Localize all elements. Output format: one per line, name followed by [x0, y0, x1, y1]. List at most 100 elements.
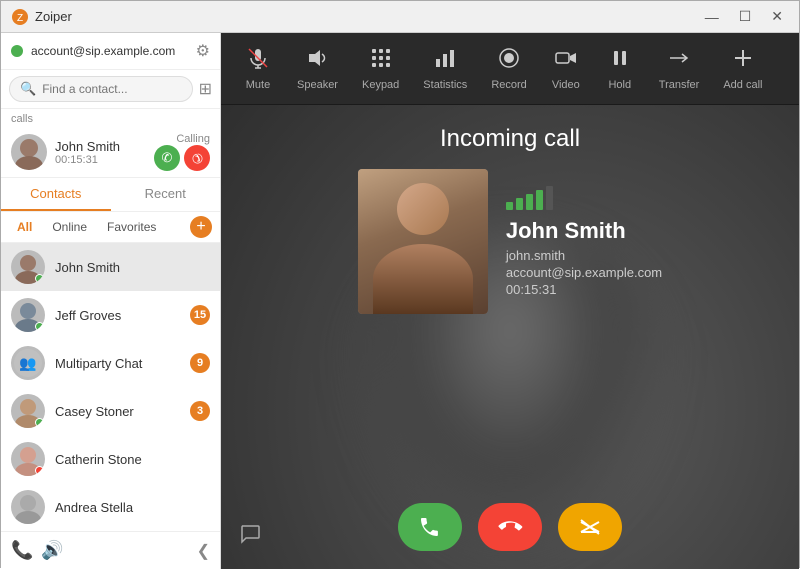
call-panel: Mute Speaker: [221, 33, 799, 569]
contact-name: Catherin Stone: [55, 452, 210, 467]
tab-recent[interactable]: Recent: [111, 178, 221, 211]
signal-bar-2: [516, 198, 523, 210]
contact-name: Jeff Groves: [55, 308, 190, 323]
grid-icon[interactable]: ⊞: [199, 79, 212, 99]
close-button[interactable]: ✕: [765, 6, 789, 27]
app-title: Zoiper: [35, 9, 699, 24]
mute-icon: [247, 47, 269, 75]
contact-item-catherin-stone[interactable]: Catherin Stone: [1, 435, 220, 483]
filter-row: All Online Favorites +: [1, 212, 220, 243]
minimize-button[interactable]: —: [699, 7, 725, 27]
video-button[interactable]: Video: [539, 39, 593, 99]
settings-icon[interactable]: ⚙: [196, 41, 210, 61]
contact-list: John Smith Jeff Groves 15 👥: [1, 243, 220, 531]
contact-avatar-casey-stoner: [11, 394, 45, 428]
maximize-button[interactable]: ☐: [733, 6, 758, 27]
transfer-button[interactable]: Transfer: [647, 39, 712, 99]
add-call-icon: [732, 47, 754, 75]
speaker-button[interactable]: Speaker: [285, 39, 350, 99]
caller-details: John Smith john.smith account@sip.exampl…: [506, 186, 662, 297]
contact-item-multiparty-chat[interactable]: 👥 Multiparty Chat 9: [1, 339, 220, 387]
call-info: John Smith 00:15:31: [55, 139, 154, 166]
contact-name: Andrea Stella: [55, 500, 210, 515]
call-accept-button[interactable]: ✆: [154, 145, 180, 171]
active-call-item[interactable]: John Smith 00:15:31 Calling ✆ ✆: [1, 127, 220, 177]
statistics-button[interactable]: Statistics: [411, 39, 479, 99]
tab-contacts[interactable]: Contacts: [1, 178, 111, 211]
contact-avatar-jeff-groves: [11, 298, 45, 332]
filter-all[interactable]: All: [9, 217, 40, 237]
video-icon: [555, 47, 577, 75]
search-input[interactable]: [42, 82, 181, 96]
caller-name: John Smith: [506, 218, 662, 244]
decline-call-button[interactable]: [478, 503, 542, 551]
online-status-dot: [35, 418, 44, 427]
contact-item-john-smith[interactable]: John Smith: [1, 243, 220, 291]
offline-status-dot: [35, 466, 44, 475]
account-status-dot: [11, 45, 23, 57]
caller-photo-inner: [358, 169, 488, 314]
phone-icon[interactable]: 📞: [11, 540, 33, 561]
caller-username: john.smith: [506, 248, 662, 263]
record-label: Record: [491, 79, 526, 91]
contact-item-jeff-groves[interactable]: Jeff Groves 15: [1, 291, 220, 339]
statistics-icon: [434, 47, 456, 75]
contact-item-andrea-stella[interactable]: Andrea Stella: [1, 483, 220, 531]
sidebar-bottom: 📞 🔊 ❮: [1, 531, 220, 569]
contact-avatar-multiparty: 👥: [11, 346, 45, 380]
call-status-text: Calling: [154, 133, 210, 145]
calls-section: calls John Smith 00:15:31 Calling ✆: [1, 109, 220, 178]
filter-online[interactable]: Online: [44, 217, 95, 237]
caller-duration: 00:15:31: [506, 282, 662, 297]
contact-name: Multiparty Chat: [55, 356, 190, 371]
search-row: 🔍 ⊞: [1, 70, 220, 109]
signal-bar-4: [536, 190, 543, 210]
volume-icon[interactable]: 🔊: [41, 540, 63, 561]
video-label: Video: [552, 79, 580, 91]
add-filter-button[interactable]: +: [190, 216, 212, 238]
svg-text:👥: 👥: [19, 355, 36, 372]
unread-badge: 9: [190, 353, 210, 373]
sidebar: account@sip.example.com ⚙ 🔍 ⊞ calls: [1, 33, 221, 569]
mute-call-action-button[interactable]: [558, 503, 622, 551]
add-call-label: Add call: [723, 79, 762, 91]
search-icon: 🔍: [20, 81, 36, 97]
call-contact-name: John Smith: [55, 139, 154, 154]
tabs-row: Contacts Recent: [1, 178, 220, 212]
speaker-label: Speaker: [297, 79, 338, 91]
accept-call-button[interactable]: [398, 503, 462, 551]
svg-text:Z: Z: [17, 13, 23, 24]
call-decline-button[interactable]: ✆: [179, 140, 216, 177]
filter-favorites[interactable]: Favorites: [99, 217, 164, 237]
mute-button[interactable]: Mute: [231, 39, 285, 99]
call-time: 00:15:31: [55, 154, 154, 166]
contact-avatar-andrea: [11, 490, 45, 524]
online-status-dot: [35, 274, 44, 283]
collapse-button[interactable]: ❮: [197, 541, 210, 561]
contact-name: Casey Stoner: [55, 404, 190, 419]
account-row: account@sip.example.com ⚙: [1, 33, 220, 70]
chat-icon-bottom[interactable]: [239, 523, 261, 551]
account-name: account@sip.example.com: [31, 44, 196, 58]
incoming-call-label: Incoming call: [440, 125, 580, 153]
unread-badge: 15: [190, 305, 210, 325]
caller-photo: [358, 169, 488, 314]
call-toolbar: Mute Speaker: [221, 33, 799, 105]
signal-bars: [506, 186, 662, 210]
record-button[interactable]: Record: [479, 39, 538, 99]
mute-label: Mute: [246, 79, 270, 91]
unread-badge: 3: [190, 401, 210, 421]
statistics-label: Statistics: [423, 79, 467, 91]
signal-bar-3: [526, 194, 533, 210]
call-avatar: [11, 134, 47, 170]
title-bar: Z Zoiper — ☐ ✕: [1, 1, 799, 33]
window-controls: — ☐ ✕: [699, 6, 789, 27]
signal-bar-5: [546, 186, 553, 210]
add-call-button[interactable]: Add call: [711, 39, 774, 99]
contact-avatar-john-smith: [11, 250, 45, 284]
contact-item-casey-stoner[interactable]: Casey Stoner 3: [1, 387, 220, 435]
hold-button[interactable]: Hold: [593, 39, 647, 99]
keypad-button[interactable]: Keypad: [350, 39, 411, 99]
contact-avatar-catherin: [11, 442, 45, 476]
hold-icon: [609, 47, 631, 75]
